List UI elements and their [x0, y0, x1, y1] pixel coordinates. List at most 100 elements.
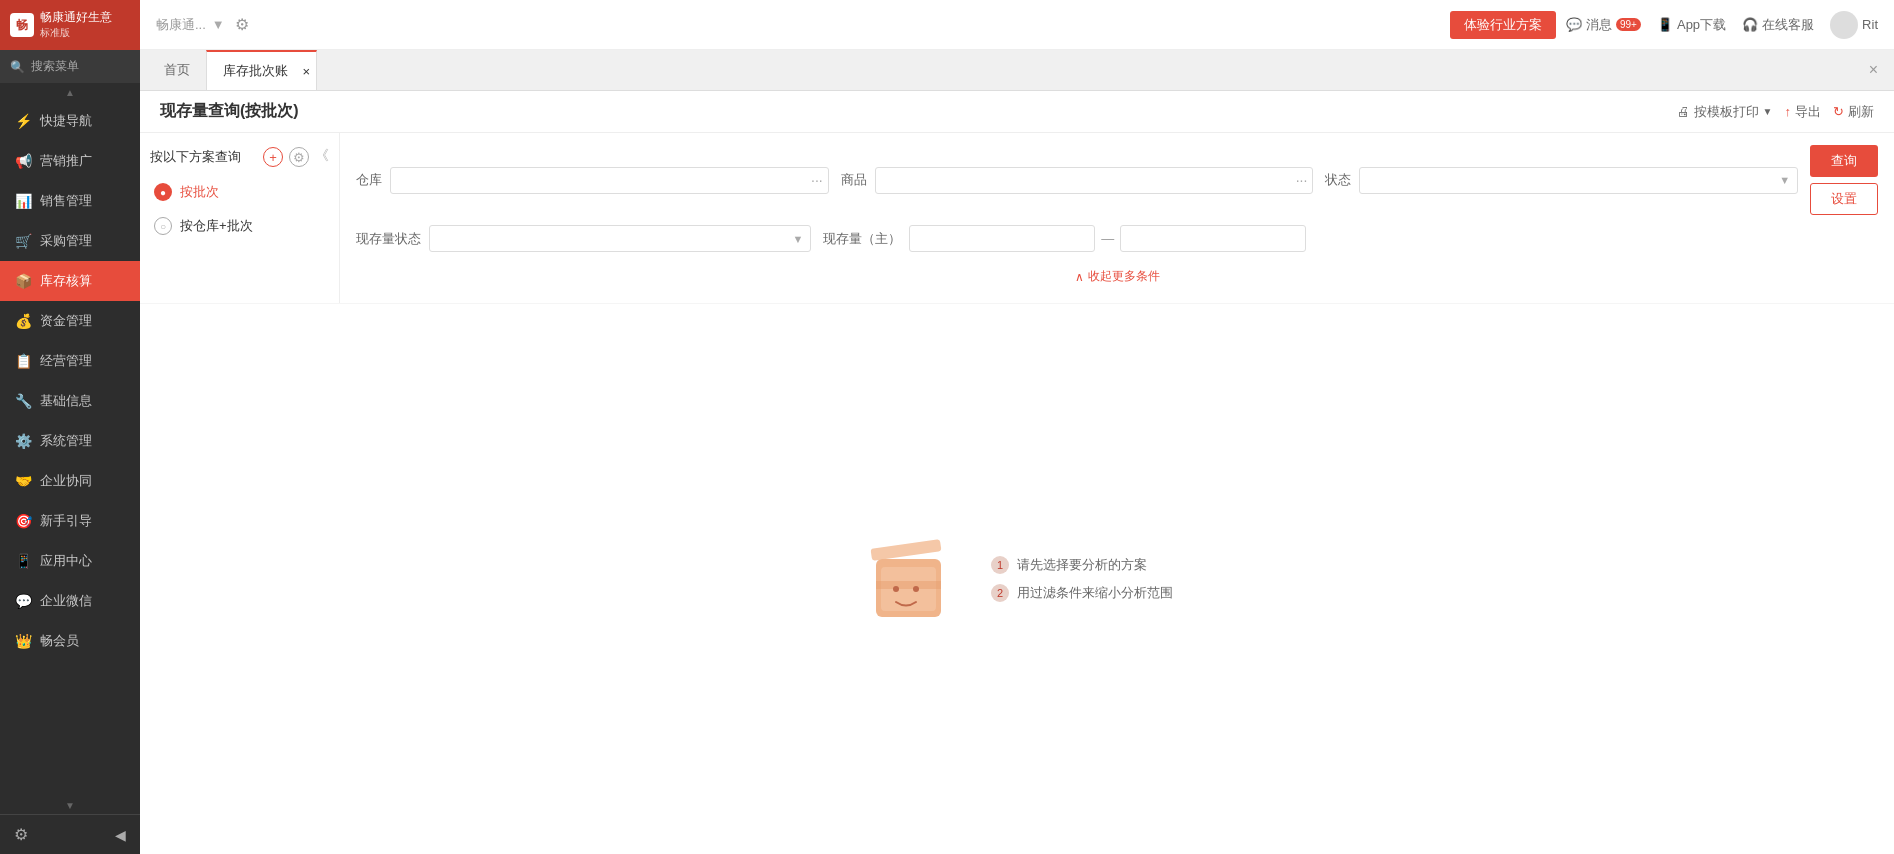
empty-illustration [861, 529, 961, 629]
tab-close-icon[interactable]: × [302, 64, 310, 79]
sidebar-item-member[interactable]: 👑 畅会员 [0, 621, 140, 661]
product-input[interactable] [875, 167, 1314, 194]
query-button[interactable]: 查询 [1810, 145, 1878, 177]
template-print-button[interactable]: 🖨 按模板打印 ▼ [1677, 103, 1773, 121]
inventory-qty-to[interactable] [1120, 225, 1306, 252]
finance-icon: 💰 [14, 312, 32, 330]
export-button[interactable]: ↑ 导出 [1785, 103, 1822, 121]
sidebar-item-apps[interactable]: 📱 应用中心 [0, 541, 140, 581]
product-field: 商品 ··· [841, 167, 1314, 194]
product-dots-icon[interactable]: ··· [1296, 172, 1308, 188]
warehouse-dots-icon[interactable]: ··· [811, 172, 823, 188]
industry-btn[interactable]: 体验行业方案 [1450, 11, 1556, 39]
system-icon: ⚙️ [14, 432, 32, 450]
collapse-filter-button[interactable]: ∧ 收起更多条件 [356, 262, 1878, 291]
gear-icon[interactable]: ⚙ [235, 15, 249, 34]
sidebar-nav: ⚡ 快捷导航 📢 营销推广 📊 销售管理 🛒 采购管理 📦 库存核算 💰 资金管… [0, 101, 140, 796]
sidebar: 畅 畅康通好生意 标准版 🔍 搜索菜单 ▲ ⚡ 快捷导航 📢 营销推广 📊 销售… [0, 0, 140, 854]
tabs-bar: 首页 库存批次账 × × [140, 50, 1894, 91]
sidebar-label: 畅会员 [40, 632, 79, 650]
quick-nav-icon: ⚡ [14, 112, 32, 130]
sales-icon: 📊 [14, 192, 32, 210]
setting-scheme-button[interactable]: ⚙ [289, 147, 309, 167]
sidebar-scroll-down[interactable]: ▼ [0, 796, 140, 814]
sidebar-item-marketing[interactable]: 📢 营销推广 [0, 141, 140, 181]
sidebar-item-newbie[interactable]: 🎯 新手引导 [0, 501, 140, 541]
empty-inner: 1 请先选择要分析的方案 2 用过滤条件来缩小分析范围 [861, 529, 1173, 629]
settings-button[interactable]: 设置 [1810, 183, 1878, 215]
sidebar-header: 畅 畅康通好生意 标准版 [0, 0, 140, 50]
service-icon: 🎧 [1742, 17, 1758, 32]
print-icon: 🖨 [1677, 104, 1690, 119]
sidebar-item-weixin[interactable]: 💬 企业微信 [0, 581, 140, 621]
app-logo: 畅 [10, 13, 34, 37]
range-dash: — [1101, 231, 1114, 246]
step-2-num: 2 [991, 584, 1009, 602]
inventory-status-field: 现存量状态 ▼ [356, 225, 811, 252]
inventory-qty-from[interactable] [909, 225, 1095, 252]
tab-inventory-batch[interactable]: 库存批次账 × [206, 50, 317, 90]
tab-home[interactable]: 首页 [148, 51, 206, 89]
sidebar-footer: ⚙ ◀ [0, 814, 140, 854]
messages-label: 消息 [1586, 16, 1612, 34]
sidebar-item-operation[interactable]: 📋 经营管理 [0, 341, 140, 381]
sidebar-item-basic[interactable]: 🔧 基础信息 [0, 381, 140, 421]
inventory-icon: 📦 [14, 272, 32, 290]
scheme-panel: 按以下方案查询 + ⚙ 《 ● 按批次 ○ 按仓库+批次 [140, 133, 340, 303]
warehouse-field: 仓库 ··· [356, 167, 829, 194]
warehouse-input[interactable] [390, 167, 829, 194]
messages-action[interactable]: 💬 消息 99+ [1566, 16, 1641, 34]
search-icon: 🔍 [10, 60, 25, 74]
sidebar-label: 库存核算 [40, 272, 92, 290]
inventory-status-select[interactable] [429, 225, 811, 252]
page-actions: 🖨 按模板打印 ▼ ↑ 导出 ↻ 刷新 [1677, 103, 1874, 121]
svg-point-4 [893, 586, 899, 592]
status-select[interactable] [1359, 167, 1798, 194]
sidebar-label: 企业协同 [40, 472, 92, 490]
message-icon: 💬 [1566, 17, 1582, 32]
scheme-item-by-warehouse-batch[interactable]: ○ 按仓库+批次 [140, 209, 339, 243]
inventory-qty-range: — [909, 225, 1306, 252]
inventory-status-select-wrap: ▼ [429, 225, 811, 252]
add-scheme-button[interactable]: + [263, 147, 283, 167]
collapse-up-icon: ∧ [1075, 270, 1084, 284]
topbar-actions: 💬 消息 99+ 📱 App下载 🎧 在线客服 Rit [1566, 11, 1878, 39]
sidebar-label: 企业微信 [40, 592, 92, 610]
app-download-action[interactable]: 📱 App下载 [1657, 16, 1726, 34]
inventory-qty-label: 现存量（主） [823, 230, 901, 248]
sidebar-item-finance[interactable]: 💰 资金管理 [0, 301, 140, 341]
sidebar-item-inventory[interactable]: 📦 库存核算 [0, 261, 140, 301]
sidebar-label: 采购管理 [40, 232, 92, 250]
refresh-button[interactable]: ↻ 刷新 [1833, 103, 1874, 121]
sidebar-item-corp[interactable]: 🤝 企业协同 [0, 461, 140, 501]
settings-icon[interactable]: ⚙ [14, 825, 28, 844]
sidebar-search[interactable]: 🔍 搜索菜单 [0, 50, 140, 83]
sidebar-label: 新手引导 [40, 512, 92, 530]
hint-2-text: 用过滤条件来缩小分析范围 [1017, 584, 1173, 602]
phone-icon: 📱 [1657, 17, 1673, 32]
product-label: 商品 [841, 171, 867, 189]
sidebar-label: 基础信息 [40, 392, 92, 410]
scheme-item-by-batch[interactable]: ● 按批次 [140, 175, 339, 209]
online-service-action[interactable]: 🎧 在线客服 [1742, 16, 1814, 34]
filter-row-1: 仓库 ··· 商品 ··· 状态 [356, 145, 1878, 215]
sidebar-scroll-up[interactable]: ▲ [0, 83, 140, 101]
sidebar-item-purchase[interactable]: 🛒 采购管理 [0, 221, 140, 261]
empty-svg-icon [861, 529, 961, 639]
page-title: 现存量查询(按批次) [160, 101, 1677, 122]
sidebar-item-sales[interactable]: 📊 销售管理 [0, 181, 140, 221]
weixin-icon: 💬 [14, 592, 32, 610]
user-action[interactable]: Rit [1830, 11, 1878, 39]
collapse-scheme-icon[interactable]: 《 [315, 147, 329, 167]
filter-row-2: 现存量状态 ▼ 现存量（主） — [356, 225, 1878, 252]
sidebar-label: 快捷导航 [40, 112, 92, 130]
app-subtitle: 标准版 [40, 26, 112, 40]
close-all-tabs-button[interactable]: × [1861, 57, 1886, 83]
toggle-sidebar-icon[interactable]: ◀ [115, 827, 126, 843]
sidebar-label: 销售管理 [40, 192, 92, 210]
sidebar-item-system[interactable]: ⚙️ 系统管理 [0, 421, 140, 461]
sidebar-item-quick-nav[interactable]: ⚡ 快捷导航 [0, 101, 140, 141]
filter-area: 仓库 ··· 商品 ··· 状态 [340, 133, 1894, 303]
page-header: 现存量查询(按批次) 🖨 按模板打印 ▼ ↑ 导出 ↻ 刷新 [140, 91, 1894, 133]
app-title: 畅康通好生意 [40, 10, 112, 26]
